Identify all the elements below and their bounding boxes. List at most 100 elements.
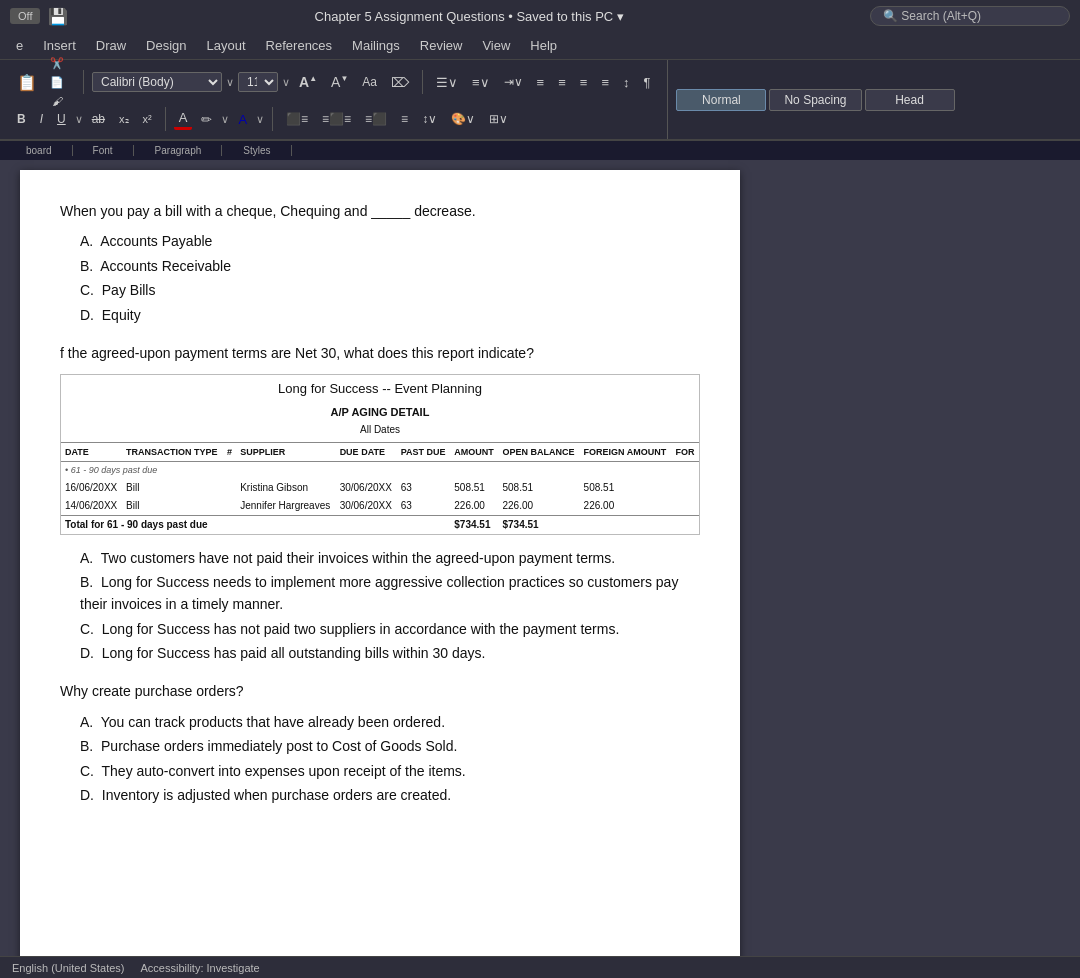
list-item: C. They auto-convert into expenses upon … [80,760,700,782]
paste-button[interactable]: 📋 [12,71,42,94]
ribbon-section-labels: board Font Paragraph Styles [0,140,1080,160]
doc-title: Chapter 5 Assignment Questions • Saved t… [76,9,862,24]
save-icon: 💾 [48,7,68,26]
col-amount: AMOUNT [450,442,498,461]
col-date: DATE [61,442,122,461]
question3-answers: A. You can track products that have alre… [80,711,700,807]
shading-button[interactable]: 🎨∨ [446,110,480,128]
list-item: D. Equity [80,304,700,326]
ap-aging-table: Long for Success -- Event Planning A/P A… [60,374,700,534]
list-item: A. Two customers have not paid their inv… [80,547,700,569]
list-item: A. You can track products that have alre… [80,711,700,733]
italic-button[interactable]: I [35,110,48,128]
align-center-row2[interactable]: ≡⬛≡ [317,110,356,128]
cut-button[interactable]: ✂️ [45,55,69,72]
justify-row2[interactable]: ≡ [396,110,413,128]
doc-area: When you pay a bill with a cheque, Chequ… [0,160,1080,978]
list-item: B. Purchase orders immediately post to C… [80,735,700,757]
styles-label: Styles [223,145,291,156]
question1-answers: A. Accounts Payable B. Accounts Receivab… [80,230,700,326]
style-no-spacing-button[interactable]: No Spacing [769,89,861,111]
list-item: B. Accounts Receivable [80,255,700,277]
ap-data-table: DATE TRANSACTION TYPE # SUPPLIER DUE DAT… [61,442,699,534]
ribbon: 📋 ✂️ 📄 🖌 Calibri (Body) ∨ 11 ∨ [0,60,1080,160]
search-bar[interactable]: 🔍 Search (Alt+Q) [870,6,1070,26]
col-foreign: FOREIGN AMOUNT [580,442,672,461]
superscript-button[interactable]: x² [138,111,157,127]
question2-answers: A. Two customers have not paid their inv… [80,547,700,665]
align-left-row2[interactable]: ⬛≡ [281,110,313,128]
align-center-button[interactable]: ≡ [553,73,571,92]
underline-button[interactable]: U [52,110,71,128]
table-row: 16/06/20XX Bill Kristina Gibson 30/06/20… [61,479,699,497]
language-indicator: English (United States) [12,962,125,974]
sort-button[interactable]: ↕ [618,73,635,92]
title-bar: Off 💾 Chapter 5 Assignment Questions • S… [0,0,1080,32]
col-for: FOR [672,442,699,461]
menu-item-references[interactable]: References [258,36,340,55]
col-num: # [223,442,236,461]
question2-text: f the agreed-upon payment terms are Net … [60,342,700,364]
font-family-select[interactable]: Calibri (Body) [92,72,222,92]
bold-button[interactable]: B [12,110,31,128]
menu-item-home[interactable]: e [8,36,31,55]
line-spacing-button[interactable]: ↕∨ [417,110,442,128]
increase-font-button[interactable]: A▲ [294,72,322,92]
status-bar: English (United States) Accessibility: I… [0,956,1080,978]
accessibility-indicator: Accessibility: Investigate [141,962,260,974]
copy-button[interactable]: 📄 [45,74,69,91]
highlight-button[interactable]: ✏ [196,110,217,129]
list-item: C. Long for Success has not paid two sup… [80,618,700,640]
menu-bar: e Insert Draw Design Layout References M… [0,32,1080,60]
list-item: D. Inventory is adjusted when purchase o… [80,784,700,806]
align-left-button[interactable]: ≡ [532,73,550,92]
ap-table-subtitle: A/P AGING DETAIL [61,404,699,422]
align-right-button[interactable]: ≡ [575,73,593,92]
justify-button[interactable]: ≡ [596,73,614,92]
col-openbalance: OPEN BALANCE [498,442,579,461]
numbered-list-button[interactable]: ≡∨ [467,73,495,92]
font-size-select[interactable]: 11 [238,72,278,92]
ap-section-header: • 61 - 90 days past due [61,462,699,479]
col-pastdue: PAST DUE [397,442,451,461]
style-heading-button[interactable]: Head [865,89,955,111]
change-case-button[interactable]: Aa [357,73,382,91]
menu-item-draw[interactable]: Draw [88,36,134,55]
clipboard-label: board [6,145,73,156]
strikethrough-button[interactable]: ab [87,110,110,128]
font-color-btn2[interactable]: A [233,110,252,129]
list-button[interactable]: ☰∨ [431,73,463,92]
clear-formatting-button[interactable]: ⌦ [386,73,414,92]
list-item: D. Long for Success has paid all outstan… [80,642,700,664]
menu-item-layout[interactable]: Layout [199,36,254,55]
indent-button[interactable]: ⇥∨ [499,73,528,91]
table-row: 14/06/20XX Bill Jennifer Hargreaves 30/0… [61,497,699,516]
col-duedate: DUE DATE [336,442,397,461]
show-paragraph-button[interactable]: ¶ [638,73,655,92]
menu-item-view[interactable]: View [474,36,518,55]
style-normal-button[interactable]: Normal [676,89,766,111]
font-label: Font [73,145,134,156]
menu-item-help[interactable]: Help [522,36,565,55]
ap-table-title: Long for Success -- Event Planning [61,375,699,404]
subscript-button[interactable]: x₂ [114,111,134,128]
borders-button[interactable]: ⊞∨ [484,110,513,128]
list-item: A. Accounts Payable [80,230,700,252]
menu-item-mailings[interactable]: Mailings [344,36,408,55]
menu-item-insert[interactable]: Insert [35,36,84,55]
decrease-font-button[interactable]: A▼ [326,72,353,92]
styles-area: Normal No Spacing Head [667,60,962,139]
list-item: C. Pay Bills [80,279,700,301]
ap-table-dates: All Dates [61,422,699,438]
col-type: TRANSACTION TYPE [122,442,223,461]
menu-item-review[interactable]: Review [412,36,471,55]
paragraph-label: Paragraph [135,145,223,156]
menu-item-design[interactable]: Design [138,36,194,55]
ap-total-row: Total for 61 - 90 days past due $734.51 … [61,515,699,534]
question3-text: Why create purchase orders? [60,680,700,702]
question1-text: When you pay a bill with a cheque, Chequ… [60,200,700,222]
off-button[interactable]: Off [10,8,40,24]
font-color-button[interactable]: A [174,108,193,130]
align-right-row2[interactable]: ≡⬛ [360,110,392,128]
doc-page: When you pay a bill with a cheque, Chequ… [20,170,740,974]
